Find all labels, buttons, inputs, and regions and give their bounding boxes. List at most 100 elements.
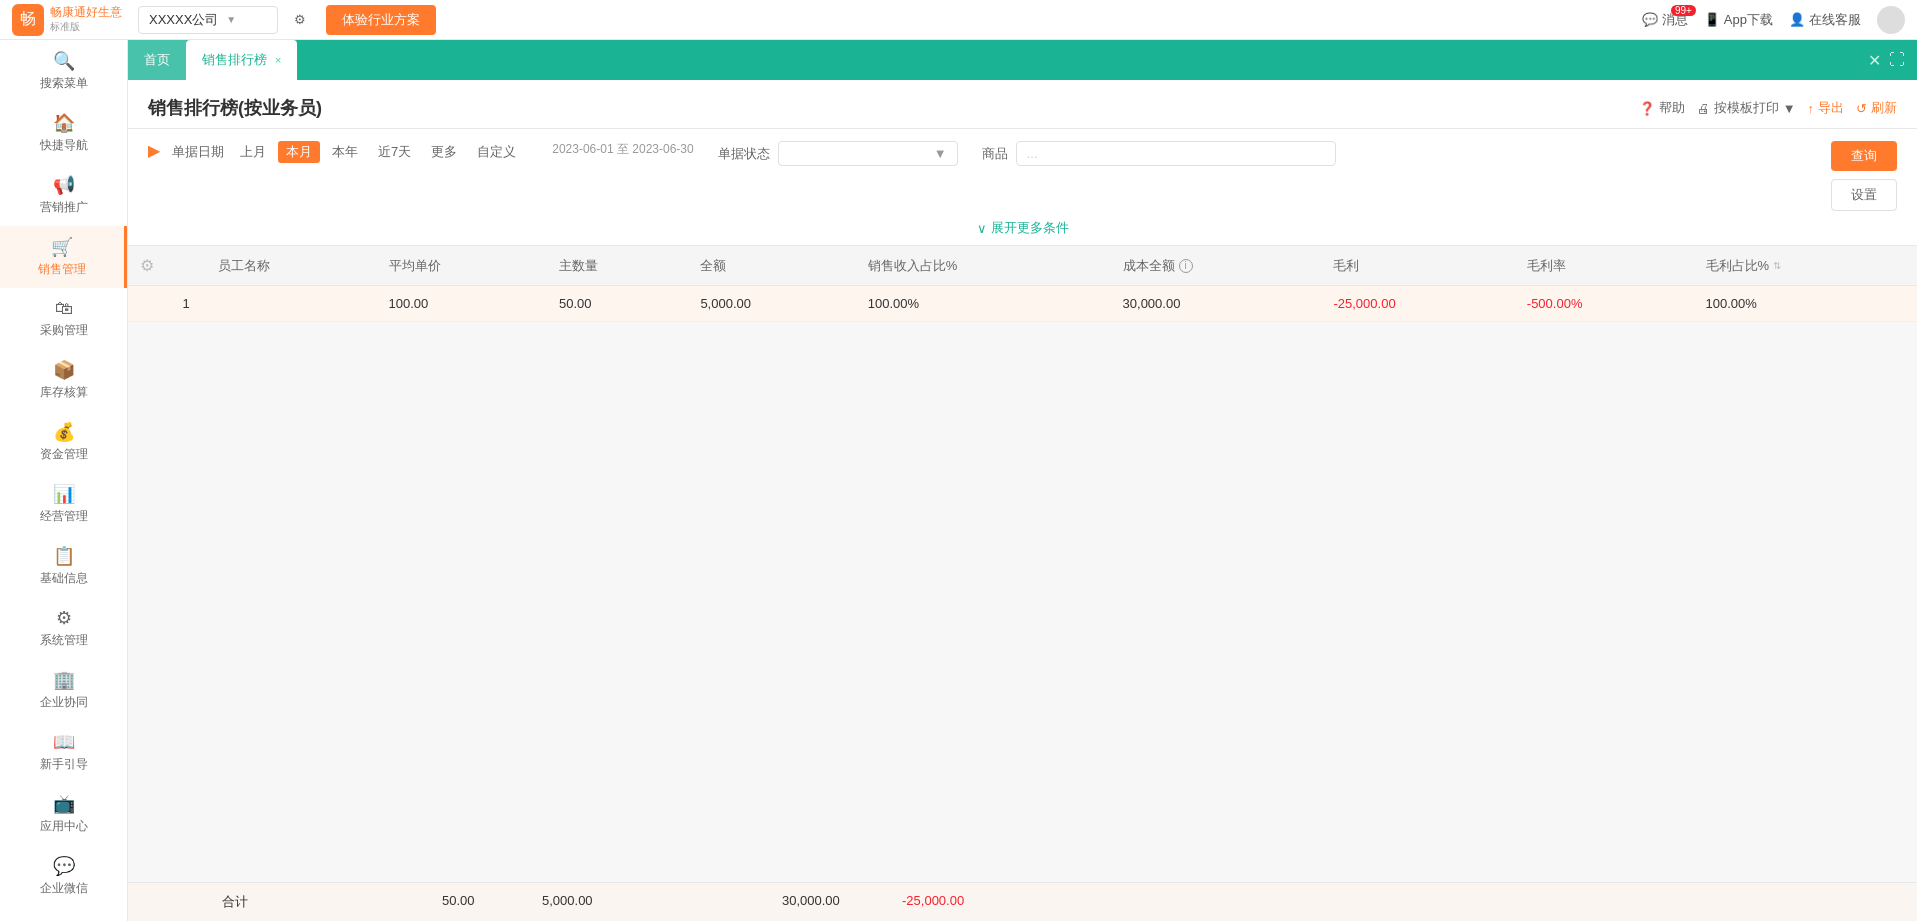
col-gross: 毛利	[1321, 246, 1514, 286]
footer-avg-price	[330, 893, 430, 911]
date-tab-more[interactable]: 更多	[423, 141, 465, 163]
cell-rank: 1	[166, 286, 206, 322]
message-button[interactable]: 💬 消息 99+	[1642, 11, 1688, 29]
sidebar-item-label: 采购管理	[40, 322, 88, 339]
expand-window-icon[interactable]: ⛶	[1889, 51, 1905, 69]
sidebar-item-finance[interactable]: 💰 资金管理	[0, 411, 127, 473]
expand-more-label: 展开更多条件	[991, 219, 1069, 237]
page-header: 销售排行榜(按业务员) ❓ 帮助 🖨 按模板打印 ▼	[128, 80, 1917, 129]
sidebar-item-label: 营销推广	[40, 199, 88, 216]
date-tab-custom[interactable]: 自定义	[469, 141, 524, 163]
company-selector[interactable]: XXXXX公司 ▼	[138, 6, 278, 34]
date-tab-this-month[interactable]: 本月	[278, 141, 320, 163]
export-button[interactable]: ↑ 导出	[1808, 99, 1845, 117]
avatar[interactable]	[1877, 6, 1905, 34]
sidebar-item-basics[interactable]: 📋 基础信息	[0, 535, 127, 597]
refresh-label: 刷新	[1871, 99, 1897, 117]
purchase-icon: 🛍	[55, 298, 73, 319]
sidebar-item-navigation[interactable]: 🏠 快捷导航	[0, 102, 127, 164]
sidebar-item-operations[interactable]: 📊 经营管理	[0, 473, 127, 535]
sidebar-item-label: 库存核算	[40, 384, 88, 401]
date-tab-last-month[interactable]: 上月	[232, 141, 274, 163]
download-icon: 📱	[1704, 12, 1720, 27]
expand-chevron-icon: ∨	[977, 221, 987, 236]
tab-close-icon[interactable]: ×	[275, 54, 281, 66]
sidebar-item-label: 经营管理	[40, 508, 88, 525]
sidebar-item-label: 系统管理	[40, 632, 88, 649]
close-window-icon[interactable]: ✕	[1868, 51, 1881, 70]
tab-home[interactable]: 首页	[128, 40, 186, 80]
sidebar-item-appstore[interactable]: 📺 应用中心	[0, 783, 127, 845]
sidebar-item-purchase[interactable]: 🛍 采购管理	[0, 288, 127, 349]
tab-sales-ranking[interactable]: 销售排行榜 ×	[186, 40, 297, 80]
sort-icon[interactable]: ⇅	[1773, 260, 1781, 271]
system-icon: ⚙	[56, 607, 72, 629]
col-avg-price-label: 平均单价	[389, 258, 441, 273]
date-filter-group: 单据日期 上月 本月 本年 近7天 更多 自定义	[172, 141, 524, 163]
print-button[interactable]: 🖨 按模板打印 ▼	[1697, 99, 1796, 117]
status-label: 单据状态	[718, 145, 770, 163]
col-name-label: 员工名称	[218, 258, 270, 273]
table-settings-icon[interactable]: ⚙	[140, 257, 154, 274]
expand-more-button[interactable]: ∨ 展开更多条件	[977, 219, 1069, 237]
sidebar-item-label: 快捷导航	[40, 137, 88, 154]
online-service-button[interactable]: 👤 在线客服	[1789, 11, 1861, 29]
footer-label: 合计	[210, 893, 330, 911]
sidebar-item-label: 新手引导	[40, 756, 88, 773]
date-tab-7days[interactable]: 近7天	[370, 141, 419, 163]
page-body: 销售排行榜(按业务员) ❓ 帮助 🖨 按模板打印 ▼	[128, 80, 1917, 921]
cell-avg-price: 100.00	[377, 286, 548, 322]
message-icon: 💬	[1642, 12, 1658, 27]
sidebar-item-marketing[interactable]: 📢 营销推广	[0, 164, 127, 226]
goods-label: 商品	[982, 145, 1008, 163]
sidebar-item-member[interactable]: V 畅会员	[0, 907, 127, 921]
refresh-button[interactable]: ↺ 刷新	[1856, 99, 1897, 117]
refresh-icon: ↺	[1856, 101, 1867, 116]
query-button[interactable]: 查询	[1831, 141, 1897, 171]
message-badge: 99+	[1671, 5, 1696, 16]
app-download-button[interactable]: 📱 App下载	[1704, 11, 1773, 29]
operations-icon: 📊	[53, 483, 75, 505]
col-settings: ⚙	[128, 246, 166, 286]
status-select[interactable]: ▼	[778, 141, 958, 166]
sidebar-item-wechat[interactable]: 💬 企业微信	[0, 845, 127, 907]
sidebar-item-label: 基础信息	[40, 570, 88, 587]
settings-button[interactable]: 设置	[1831, 179, 1897, 211]
sidebar-item-system[interactable]: ⚙ 系统管理	[0, 597, 127, 659]
app-logo: 畅 畅康通好生意 标准版	[12, 4, 122, 36]
cell-gross-pct: 100.00%	[1694, 286, 1917, 322]
filter-expand-arrow[interactable]: ▶	[148, 141, 160, 160]
sidebar-item-sales[interactable]: 🛒 销售管理	[0, 226, 127, 288]
help-button[interactable]: ❓ 帮助	[1639, 99, 1685, 117]
sidebar-item-inventory[interactable]: 📦 库存核算	[0, 349, 127, 411]
col-amount-label: 全额	[700, 258, 726, 273]
export-label: 导出	[1818, 99, 1844, 117]
col-amount: 全额	[688, 246, 855, 286]
wechat-icon: 💬	[53, 855, 75, 877]
cell-gross: -25,000.00	[1321, 286, 1514, 322]
sidebar-item-enterprise[interactable]: 🏢 企业协同	[0, 659, 127, 721]
filter-section: ▶ 单据日期 上月 本月 本年 近7天 更多 自定义	[128, 129, 1917, 215]
cost-info-icon[interactable]: i	[1179, 259, 1193, 273]
action-buttons: 查询 设置	[1831, 141, 1897, 211]
date-tab-this-year[interactable]: 本年	[324, 141, 366, 163]
sidebar-item-label: 资金管理	[40, 446, 88, 463]
col-avg-price: 平均单价	[377, 246, 548, 286]
basics-icon: 📋	[53, 545, 75, 567]
footer-amount: 5,000.00	[530, 893, 650, 911]
arrow-right-icon: ▶	[148, 141, 160, 160]
trial-button[interactable]: 体验行业方案	[326, 5, 436, 35]
sales-icon: 🛒	[51, 236, 73, 258]
print-icon: 🖨	[1697, 101, 1710, 116]
goods-input[interactable]: ...	[1016, 141, 1336, 166]
col-cost-label: 成本全额	[1123, 257, 1175, 275]
page-actions: ❓ 帮助 🖨 按模板打印 ▼ ↑ 导出	[1639, 99, 1897, 117]
service-icon: 👤	[1789, 12, 1805, 27]
search-icon: 🔍	[53, 50, 75, 72]
print-chevron-icon: ▼	[1783, 101, 1796, 116]
sidebar-item-guide[interactable]: 📖 新手引导	[0, 721, 127, 783]
settings-icon[interactable]: ⚙	[286, 6, 314, 34]
sidebar-item-search[interactable]: 🔍 搜索菜单	[0, 40, 127, 102]
sidebar-item-label: 应用中心	[40, 818, 88, 835]
footer-settings-cell	[140, 893, 170, 911]
